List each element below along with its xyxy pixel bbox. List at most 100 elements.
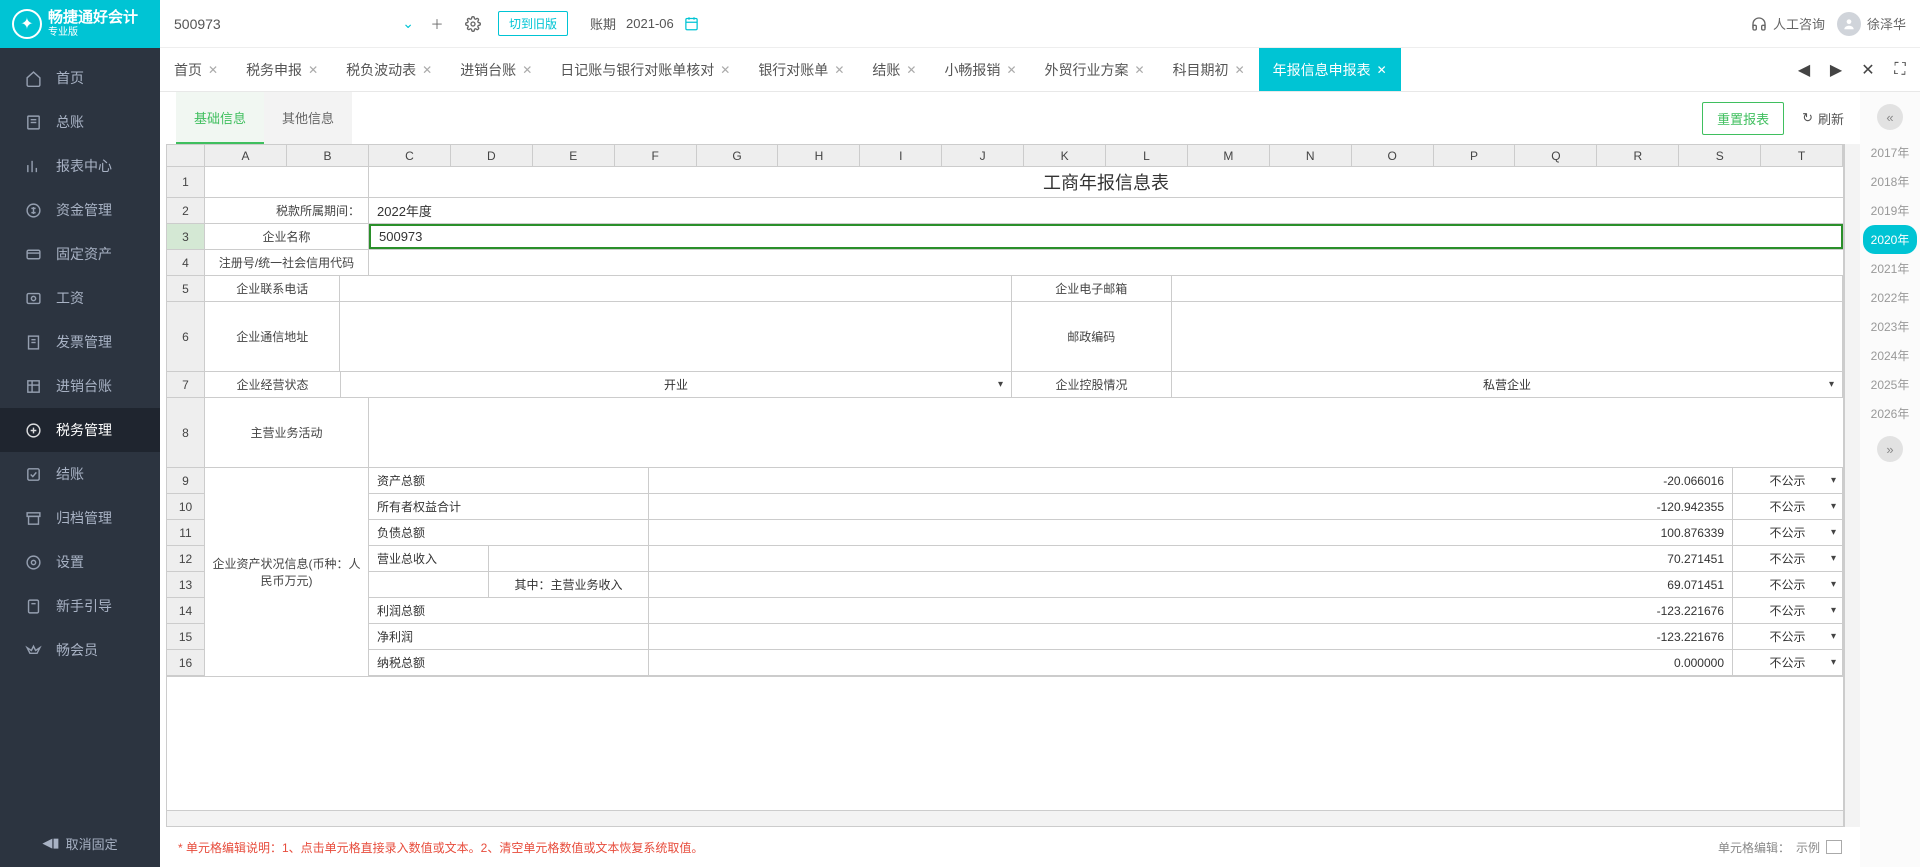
tab-close-icon[interactable]: ✕ (834, 63, 844, 77)
col-header-H[interactable]: H (778, 145, 860, 166)
tab-首页[interactable]: 首页✕ (160, 48, 232, 91)
tab-年报信息申报表[interactable]: 年报信息申报表✕ (1259, 48, 1401, 91)
row-header-12[interactable]: 12 (167, 546, 205, 572)
tab-close-icon[interactable]: ✕ (1135, 63, 1145, 77)
year-2021年[interactable]: 2021年 (1863, 254, 1918, 283)
settings-icon[interactable] (460, 11, 486, 37)
cell[interactable] (489, 546, 649, 571)
col-header-R[interactable]: R (1597, 145, 1679, 166)
period-value[interactable]: 2022年度 (369, 198, 1843, 223)
disclosure-select[interactable]: 不公示 (1733, 468, 1843, 493)
sidebar-item-invoice[interactable]: 发票管理 (0, 320, 160, 364)
company-selector[interactable]: 500973 ⌄ (174, 15, 414, 32)
tab-scroll-left[interactable]: ◀ (1790, 56, 1818, 84)
col-header-I[interactable]: I (860, 145, 942, 166)
row-header-7[interactable]: 7 (167, 372, 205, 397)
company-name-cell[interactable]: 500973 (369, 224, 1843, 249)
horizontal-scrollbar[interactable] (167, 810, 1843, 826)
status-select[interactable]: 开业 (341, 372, 1012, 397)
tab-科目期初[interactable]: 科目期初✕ (1159, 48, 1259, 91)
col-header-A[interactable]: A (205, 145, 287, 166)
row-header-8[interactable]: 8 (167, 398, 205, 467)
sidebar-item-close[interactable]: 结账 (0, 452, 160, 496)
tab-close-icon[interactable]: ✕ (308, 63, 318, 77)
zip-cell[interactable] (1172, 302, 1843, 371)
refresh-button[interactable]: ↻ 刷新 (1802, 109, 1844, 128)
example-link[interactable]: 示例 (1796, 839, 1820, 856)
row-header-3[interactable]: 3 (167, 224, 205, 249)
col-header-N[interactable]: N (1270, 145, 1352, 166)
disclosure-select[interactable]: 不公示 (1733, 520, 1843, 545)
year-2017年[interactable]: 2017年 (1863, 138, 1918, 167)
row-header-13[interactable]: 13 (167, 572, 205, 598)
row-header-9[interactable]: 9 (167, 468, 205, 494)
col-header-O[interactable]: O (1352, 145, 1434, 166)
sidebar-item-vip[interactable]: 畅会员 (0, 628, 160, 672)
tab-close-icon[interactable]: ✕ (1006, 63, 1016, 77)
tab-close-icon[interactable]: ✕ (1235, 63, 1245, 77)
col-header-L[interactable]: L (1106, 145, 1188, 166)
tab-close-icon[interactable]: ✕ (208, 63, 218, 77)
email-cell[interactable] (1172, 276, 1843, 301)
fin-value[interactable]: 69.071451 (649, 572, 1733, 597)
col-header-B[interactable]: B (287, 145, 369, 166)
col-header-S[interactable]: S (1679, 145, 1761, 166)
tab-税负波动表[interactable]: 税负波动表✕ (332, 48, 446, 91)
calendar-icon[interactable] (684, 16, 699, 31)
cell[interactable] (205, 167, 369, 197)
disclosure-select[interactable]: 不公示 (1733, 494, 1843, 519)
sidebar-item-guide[interactable]: 新手引导 (0, 584, 160, 628)
disclosure-select[interactable]: 不公示 (1733, 546, 1843, 571)
reg-code-cell[interactable] (369, 250, 1843, 275)
row-header-2[interactable]: 2 (167, 198, 205, 223)
row-header-15[interactable]: 15 (167, 624, 205, 650)
fin-value[interactable]: -123.221676 (649, 598, 1733, 623)
col-header-Q[interactable]: Q (1515, 145, 1597, 166)
tab-close-all[interactable]: ✕ (1854, 56, 1882, 84)
fin-value[interactable]: -123.221676 (649, 624, 1733, 649)
tab-税务申报[interactable]: 税务申报✕ (232, 48, 332, 91)
col-header-E[interactable]: E (533, 145, 615, 166)
tab-close-icon[interactable]: ✕ (522, 63, 532, 77)
sidebar-item-archive[interactable]: 归档管理 (0, 496, 160, 540)
rebuild-report-button[interactable]: 重置报表 (1702, 102, 1784, 135)
col-header-D[interactable]: D (451, 145, 533, 166)
sidebar-item-salary[interactable]: 工资 (0, 276, 160, 320)
row-header-5[interactable]: 5 (167, 276, 205, 301)
row-header-1[interactable]: 1 (167, 167, 205, 197)
row-header-16[interactable]: 16 (167, 650, 205, 676)
main-biz-cell[interactable] (369, 398, 1843, 467)
disclosure-select[interactable]: 不公示 (1733, 624, 1843, 649)
fin-value[interactable]: 70.271451 (649, 546, 1733, 571)
year-next[interactable]: » (1877, 436, 1903, 462)
fin-value[interactable]: -120.942355 (649, 494, 1733, 519)
tab-close-icon[interactable]: ✕ (720, 63, 730, 77)
row-header-6[interactable]: 6 (167, 302, 205, 371)
row-header-14[interactable]: 14 (167, 598, 205, 624)
tab-小畅报销[interactable]: 小畅报销✕ (930, 48, 1030, 91)
tab-close-icon[interactable]: ✕ (906, 63, 916, 77)
subtab-basic-info[interactable]: 基础信息 (176, 92, 264, 144)
sidebar-item-ledger[interactable]: 总账 (0, 100, 160, 144)
sidebar-item-asset[interactable]: 固定资产 (0, 232, 160, 276)
year-2026年[interactable]: 2026年 (1863, 399, 1918, 428)
col-header-F[interactable]: F (615, 145, 697, 166)
tab-进销台账[interactable]: 进销台账✕ (446, 48, 546, 91)
col-header-G[interactable]: G (697, 145, 779, 166)
phone-cell[interactable] (340, 276, 1011, 301)
holding-select[interactable]: 私营企业 (1172, 372, 1843, 397)
sidebar-item-stock[interactable]: 进销台账 (0, 364, 160, 408)
consult-button[interactable]: 人工咨询 (1751, 14, 1825, 33)
switch-old-version-button[interactable]: 切到旧版 (498, 11, 568, 36)
user-menu[interactable]: 徐泽华 (1837, 12, 1906, 36)
sidebar-item-fund[interactable]: 资金管理 (0, 188, 160, 232)
row-header-4[interactable]: 4 (167, 250, 205, 275)
year-2025年[interactable]: 2025年 (1863, 370, 1918, 399)
fullscreen-icon[interactable]: ⛶ (1886, 56, 1914, 84)
row-header-10[interactable]: 10 (167, 494, 205, 520)
disclosure-select[interactable]: 不公示 (1733, 598, 1843, 623)
address-cell[interactable] (340, 302, 1011, 371)
year-2020年[interactable]: 2020年 (1863, 225, 1918, 254)
year-2023年[interactable]: 2023年 (1863, 312, 1918, 341)
sidebar-item-home[interactable]: 首页 (0, 56, 160, 100)
